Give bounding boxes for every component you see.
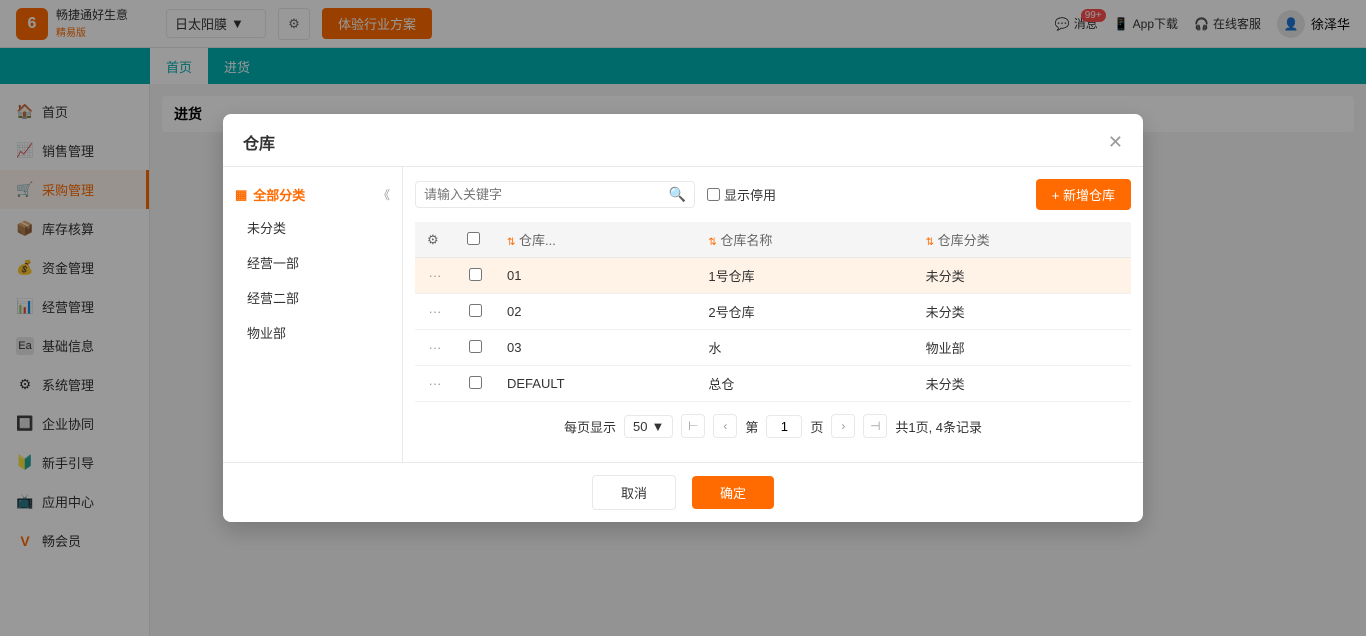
category-all-header[interactable]: ▦ 全部分类 《 <box>223 179 402 210</box>
row-category: 未分类 <box>914 258 1131 294</box>
row-checkbox[interactable] <box>455 366 495 402</box>
th-gear: ⚙ <box>415 222 455 258</box>
show-disabled-checkbox[interactable] <box>707 188 720 201</box>
row-checkbox[interactable] <box>455 258 495 294</box>
search-box[interactable]: 🔍 <box>415 181 695 208</box>
table-panel: 🔍 显示停用 + 新增仓库 ⚙ ⇅ <box>403 167 1143 462</box>
category-grid-icon: ▦ <box>235 187 247 203</box>
th-check <box>455 222 495 258</box>
dropdown-arrow: ▼ <box>651 419 664 434</box>
search-input[interactable] <box>424 187 669 202</box>
row-name: 2号仓库 <box>696 294 913 330</box>
last-page-button[interactable]: ⊣ <box>863 414 887 438</box>
table-row[interactable]: ··· DEFAULT 总仓 未分类 <box>415 366 1131 402</box>
row-num: 01 <box>495 258 696 294</box>
sort-icon-cat: ⇅ <box>926 237 934 248</box>
cancel-button[interactable]: 取消 <box>592 475 676 510</box>
row-category: 未分类 <box>914 366 1131 402</box>
row-name: 水 <box>696 330 913 366</box>
th-warehouse-category: ⇅ 仓库分类 <box>914 222 1131 258</box>
page-number-input[interactable] <box>766 415 802 438</box>
table-row[interactable]: ··· 03 水 物业部 <box>415 330 1131 366</box>
category-item-dept2[interactable]: 经营二部 <box>223 280 402 315</box>
warehouse-modal: 仓库 ✕ ▦ 全部分类 《 未分类 经营一部 <box>223 114 1143 522</box>
warehouse-table: ⚙ ⇅ 仓库... ⇅ 仓库名称 ⇅ <box>415 222 1131 402</box>
next-page-button[interactable]: › <box>831 414 855 438</box>
row-dots[interactable]: ··· <box>415 330 455 366</box>
category-item-unclassified[interactable]: 未分类 <box>223 210 402 245</box>
category-item-dept1[interactable]: 经营一部 <box>223 245 402 280</box>
category-item-property[interactable]: 物业部 <box>223 315 402 350</box>
th-warehouse-code: ⇅ 仓库... <box>495 222 696 258</box>
modal-footer: 取消 确定 <box>223 462 1143 522</box>
table-row[interactable]: ··· 01 1号仓库 未分类 <box>415 258 1131 294</box>
modal-title: 仓库 <box>243 130 275 154</box>
first-page-button[interactable]: ⊢ <box>681 414 705 438</box>
table-body: ··· 01 1号仓库 未分类 ··· 02 2号仓库 未分类 <box>415 258 1131 402</box>
confirm-button[interactable]: 确定 <box>692 476 774 509</box>
sort-icon-code: ⇅ <box>507 237 515 248</box>
row-name: 1号仓库 <box>696 258 913 294</box>
row-checkbox[interactable] <box>455 330 495 366</box>
row-num: 02 <box>495 294 696 330</box>
per-page-selector[interactable]: 50 ▼ <box>624 415 673 438</box>
per-page-label: 每页显示 <box>564 417 616 436</box>
modal-header: 仓库 ✕ <box>223 114 1143 167</box>
search-icon: 🔍 <box>669 186 686 203</box>
category-panel: ▦ 全部分类 《 未分类 经营一部 经营二部 物业部 <box>223 167 403 462</box>
table-row[interactable]: ··· 02 2号仓库 未分类 <box>415 294 1131 330</box>
add-warehouse-button[interactable]: + 新增仓库 <box>1036 179 1131 210</box>
row-num: 03 <box>495 330 696 366</box>
row-dots[interactable]: ··· <box>415 294 455 330</box>
row-category: 物业部 <box>914 330 1131 366</box>
row-num: DEFAULT <box>495 366 696 402</box>
modal-overlay[interactable]: 仓库 ✕ ▦ 全部分类 《 未分类 经营一部 <box>0 0 1366 636</box>
sort-icon-name: ⇅ <box>708 237 716 248</box>
row-dots[interactable]: ··· <box>415 258 455 294</box>
category-all-label: ▦ 全部分类 <box>235 185 305 204</box>
page-label-suffix: 页 <box>810 417 823 436</box>
table-header: ⚙ ⇅ 仓库... ⇅ 仓库名称 ⇅ <box>415 222 1131 258</box>
row-checkbox[interactable] <box>455 294 495 330</box>
row-name: 总仓 <box>696 366 913 402</box>
show-disabled-label[interactable]: 显示停用 <box>707 185 776 204</box>
row-category: 未分类 <box>914 294 1131 330</box>
page-label-prefix: 第 <box>745 417 758 436</box>
total-info: 共1页, 4条记录 <box>895 417 982 436</box>
pagination: 每页显示 50 ▼ ⊢ ‹ 第 页 › ⊣ 共1页, 4条记录 <box>415 402 1131 450</box>
th-warehouse-name: ⇅ 仓库名称 <box>696 222 913 258</box>
modal-body: ▦ 全部分类 《 未分类 经营一部 经营二部 物业部 <box>223 167 1143 462</box>
prev-page-button[interactable]: ‹ <box>713 414 737 438</box>
modal-close-button[interactable]: ✕ <box>1108 133 1123 151</box>
collapse-icon[interactable]: 《 <box>378 186 390 203</box>
select-all-checkbox[interactable] <box>467 232 480 245</box>
table-toolbar: 🔍 显示停用 + 新增仓库 <box>415 179 1131 210</box>
row-dots[interactable]: ··· <box>415 366 455 402</box>
